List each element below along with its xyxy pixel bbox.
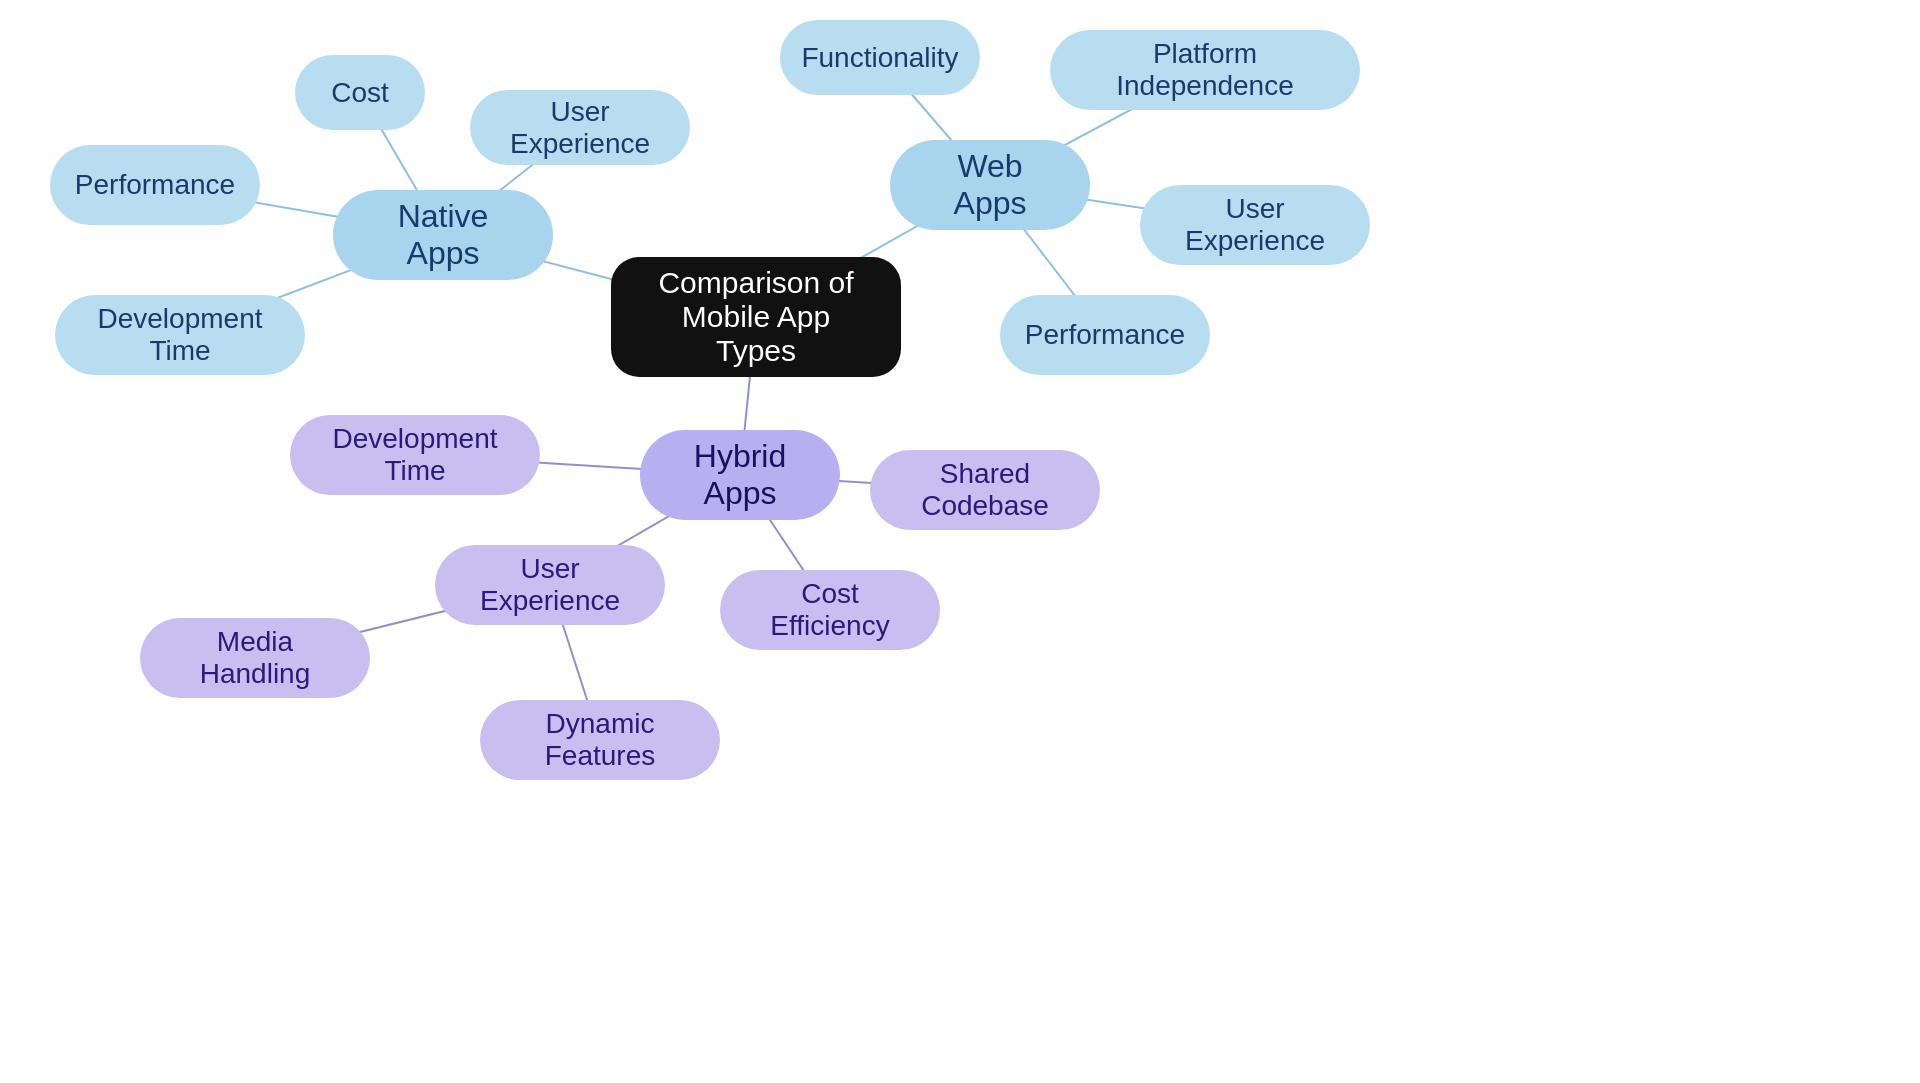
shared-codebase-node: Shared Codebase	[870, 450, 1100, 530]
web-apps-node: Web Apps	[890, 140, 1090, 230]
hybrid-apps-node: Hybrid Apps	[640, 430, 840, 520]
performance-right-node: Performance	[1000, 295, 1210, 375]
development-time-hybrid-node: Development Time	[290, 415, 540, 495]
user-experience-native-node: User Experience	[470, 90, 690, 165]
performance-left-node: Performance	[50, 145, 260, 225]
dynamic-features-node: Dynamic Features	[480, 700, 720, 780]
media-handling-node: Media Handling	[140, 618, 370, 698]
platform-independence-node: Platform Independence	[1050, 30, 1360, 110]
user-experience-hybrid-node: User Experience	[435, 545, 665, 625]
functionality-node: Functionality	[780, 20, 980, 95]
development-time-native-node: Development Time	[55, 295, 305, 375]
cost-efficiency-node: Cost Efficiency	[720, 570, 940, 650]
user-experience-web-node: User Experience	[1140, 185, 1370, 265]
native-apps-node: Native Apps	[333, 190, 553, 280]
cost-node: Cost	[295, 55, 425, 130]
center-node: Comparison of Mobile App Types	[611, 257, 901, 377]
